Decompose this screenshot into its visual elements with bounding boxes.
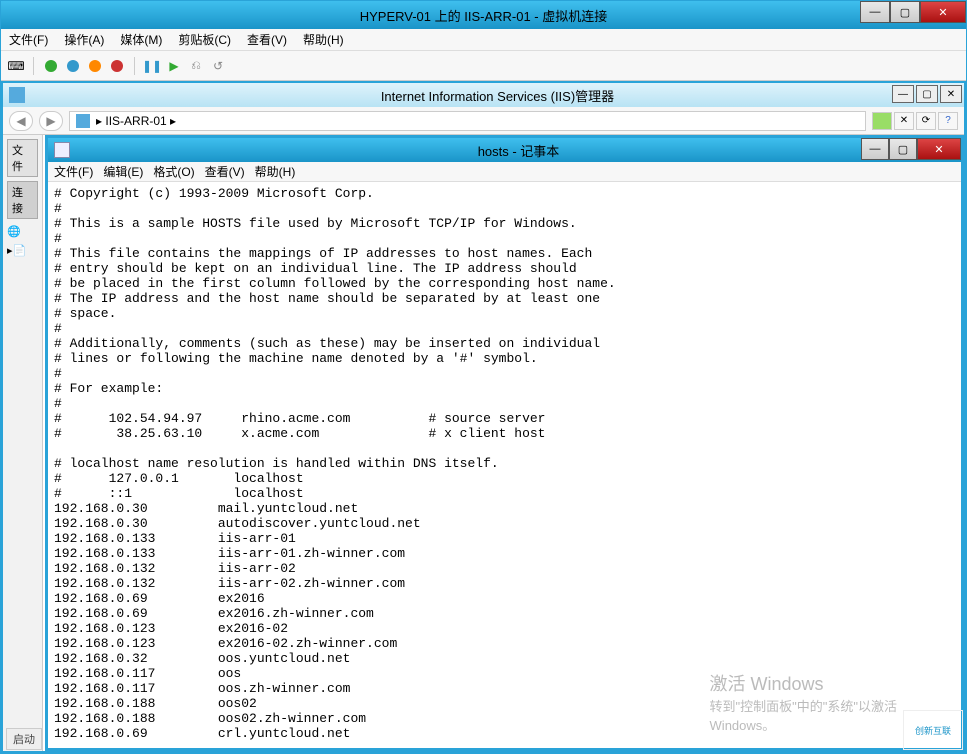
iis-maximize-button[interactable]: ▢ (916, 85, 938, 103)
left-tab-file[interactable]: 文件 (7, 139, 38, 177)
minimize-button[interactable]: — (860, 1, 890, 23)
vm-menu-view[interactable]: 查看(V) (243, 29, 291, 50)
checkpoint-button[interactable]: ⎌ (187, 57, 205, 75)
np-menu-file[interactable]: 文件(F) (54, 163, 93, 180)
brand-text: 创新互联 (915, 724, 951, 737)
nav-right-icons: ✕ ⟳ ? (872, 112, 958, 130)
toolbar-divider (134, 57, 135, 75)
breadcrumb-text: ▸ IIS-ARR-01 ▸ (96, 114, 176, 128)
vm-menu-file[interactable]: 文件(F) (5, 29, 52, 50)
save-button[interactable] (108, 57, 126, 75)
notepad-window-controls: — ▢ ✕ (861, 138, 961, 160)
nav-icon-3[interactable]: ⟳ (916, 112, 936, 130)
brand-logo: 创新互联 (903, 710, 963, 750)
notepad-close-button[interactable]: ✕ (917, 138, 961, 160)
close-button[interactable]: ✕ (920, 1, 966, 23)
vm-menu-media[interactable]: 媒体(M) (116, 29, 166, 50)
vm-menu-help[interactable]: 帮助(H) (299, 29, 348, 50)
notepad-minimize-button[interactable]: — (861, 138, 889, 160)
vm-title: HYPERV-01 上的 IIS-ARR-01 - 虚拟机连接 (1, 6, 966, 25)
nav-icon-1[interactable] (872, 112, 892, 130)
shutdown-button[interactable] (86, 57, 104, 75)
iis-minimize-button[interactable]: — (892, 85, 914, 103)
breadcrumb[interactable]: ▸ IIS-ARR-01 ▸ (69, 111, 866, 131)
notepad-maximize-button[interactable]: ▢ (889, 138, 917, 160)
np-menu-help[interactable]: 帮助(H) (255, 163, 296, 180)
vm-menubar: 文件(F) 操作(A) 媒体(M) 剪贴板(C) 查看(V) 帮助(H) (1, 29, 966, 51)
iis-body: 文件 连接 🌐 ▸📄 hosts - 记事本 — ▢ ✕ 文件(F) (3, 135, 964, 751)
breadcrumb-icon (76, 114, 90, 128)
nav-forward-button[interactable]: ▶ (39, 111, 63, 131)
iis-manager-window: Internet Information Services (IIS)管理器 —… (1, 81, 966, 753)
iis-navigation-bar: ◀ ▶ ▸ IIS-ARR-01 ▸ ✕ ⟳ ? (3, 107, 964, 135)
maximize-button[interactable]: ▢ (890, 1, 920, 23)
vm-menu-action[interactable]: 操作(A) (60, 29, 108, 50)
tree-icon[interactable]: 🌐 (7, 225, 38, 238)
toolbar-divider (33, 57, 34, 75)
np-menu-view[interactable]: 查看(V) (205, 163, 245, 180)
vm-menu-clipboard[interactable]: 剪贴板(C) (174, 29, 235, 50)
ctrl-alt-del-icon[interactable]: ⌨ (7, 57, 25, 75)
notepad-titlebar[interactable]: hosts - 记事本 — ▢ ✕ (48, 138, 961, 162)
pause-button[interactable]: ❚❚ (143, 57, 161, 75)
left-tab-connections[interactable]: 连接 (7, 181, 38, 219)
notepad-menubar: 文件(F) 编辑(E) 格式(O) 查看(V) 帮助(H) (48, 162, 961, 182)
iis-close-button[interactable]: ✕ (940, 85, 962, 103)
taskbar-item[interactable]: 启动 (6, 728, 42, 750)
turnoff-button[interactable] (64, 57, 82, 75)
notepad-window: hosts - 记事本 — ▢ ✕ 文件(F) 编辑(E) 格式(O) 查看(V… (45, 135, 964, 751)
np-menu-format[interactable]: 格式(O) (153, 163, 194, 180)
vm-window-controls: — ▢ ✕ (860, 1, 966, 23)
nav-back-button[interactable]: ◀ (9, 111, 33, 131)
iis-title: Internet Information Services (IIS)管理器 (31, 86, 964, 105)
vm-toolbar: ⌨ ❚❚ ▶ ⎌ ↺ (1, 51, 966, 81)
notepad-title: hosts - 记事本 (76, 141, 961, 160)
notepad-text-area[interactable]: # Copyright (c) 1993-2009 Microsoft Corp… (48, 182, 961, 748)
reset-button[interactable]: ▶ (165, 57, 183, 75)
vm-titlebar[interactable]: HYPERV-01 上的 IIS-ARR-01 - 虚拟机连接 — ▢ ✕ (1, 1, 966, 29)
np-menu-edit[interactable]: 编辑(E) (103, 163, 143, 180)
notepad-icon (54, 142, 70, 158)
nav-help-icon[interactable]: ? (938, 112, 958, 130)
start-button[interactable] (42, 57, 60, 75)
iis-window-controls: — ▢ ✕ (892, 85, 962, 103)
revert-button[interactable]: ↺ (209, 57, 227, 75)
nav-icon-2[interactable]: ✕ (894, 112, 914, 130)
iis-icon (9, 87, 25, 103)
tree-node-icon[interactable]: ▸📄 (7, 244, 38, 257)
hosts-file-content[interactable]: # Copyright (c) 1993-2009 Microsoft Corp… (54, 186, 955, 741)
iis-left-panel: 文件 连接 🌐 ▸📄 (3, 135, 43, 751)
iis-titlebar[interactable]: Internet Information Services (IIS)管理器 —… (3, 83, 964, 107)
vm-connection-window: HYPERV-01 上的 IIS-ARR-01 - 虚拟机连接 — ▢ ✕ 文件… (0, 0, 967, 754)
